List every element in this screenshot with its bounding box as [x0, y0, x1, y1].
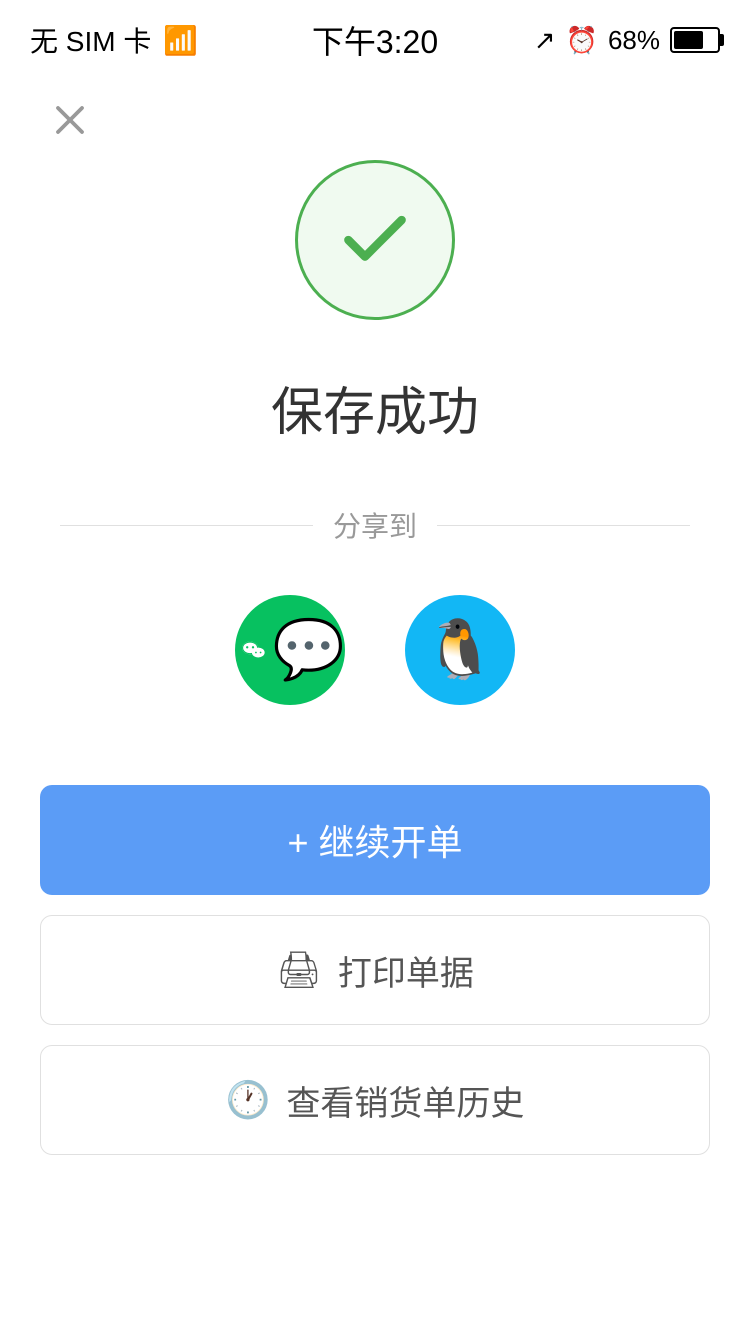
wechat-icon	[235, 618, 273, 683]
qq-share-button[interactable]: 🐧	[405, 595, 515, 705]
carrier-text: 无 SIM 卡	[30, 20, 151, 60]
status-bar: 无 SIM 卡 📶 下午3:20 ↗ ⏰ 68%	[0, 0, 750, 80]
share-divider: 分享到	[0, 505, 750, 545]
action-buttons: + 继续开单 🖨 打印单据 🕐 查看销货单历史	[0, 785, 750, 1155]
qq-symbol: 🐧	[424, 621, 496, 679]
share-icons: 💬 🐧	[235, 595, 515, 705]
print-label: 打印单据	[338, 946, 474, 995]
share-label: 分享到	[313, 505, 437, 545]
battery-fill	[674, 31, 703, 49]
wechat-symbol: 💬	[273, 621, 345, 679]
alarm-icon: ⏰	[566, 25, 598, 56]
close-icon	[52, 102, 88, 138]
continue-order-button[interactable]: + 继续开单	[40, 785, 710, 895]
status-right: ↗ ⏰ 68%	[534, 25, 720, 56]
status-time: 下午3:20	[312, 17, 438, 63]
success-circle	[295, 160, 455, 320]
print-icon: 🖨	[276, 949, 322, 991]
history-button[interactable]: 🕐 查看销货单历史	[40, 1045, 710, 1155]
divider-right	[437, 525, 690, 526]
wifi-icon: 📶	[163, 24, 198, 57]
history-label: 查看销货单历史	[286, 1076, 524, 1125]
print-button[interactable]: 🖨 打印单据	[40, 915, 710, 1025]
wechat-share-button[interactable]: 💬	[235, 595, 345, 705]
continue-order-label: + 继续开单	[287, 814, 462, 866]
history-icon: 🕐	[226, 1079, 271, 1121]
close-button[interactable]	[40, 90, 100, 150]
divider-left	[60, 525, 313, 526]
battery-bar	[670, 27, 720, 53]
battery-percent: 68%	[608, 25, 660, 56]
checkmark-icon	[335, 200, 415, 280]
battery-container	[670, 27, 720, 53]
main-content: 保存成功 分享到 💬	[0, 80, 750, 1155]
success-title: 保存成功	[271, 370, 479, 445]
location-icon: ↗	[534, 25, 556, 56]
status-left: 无 SIM 卡 📶	[30, 20, 198, 60]
